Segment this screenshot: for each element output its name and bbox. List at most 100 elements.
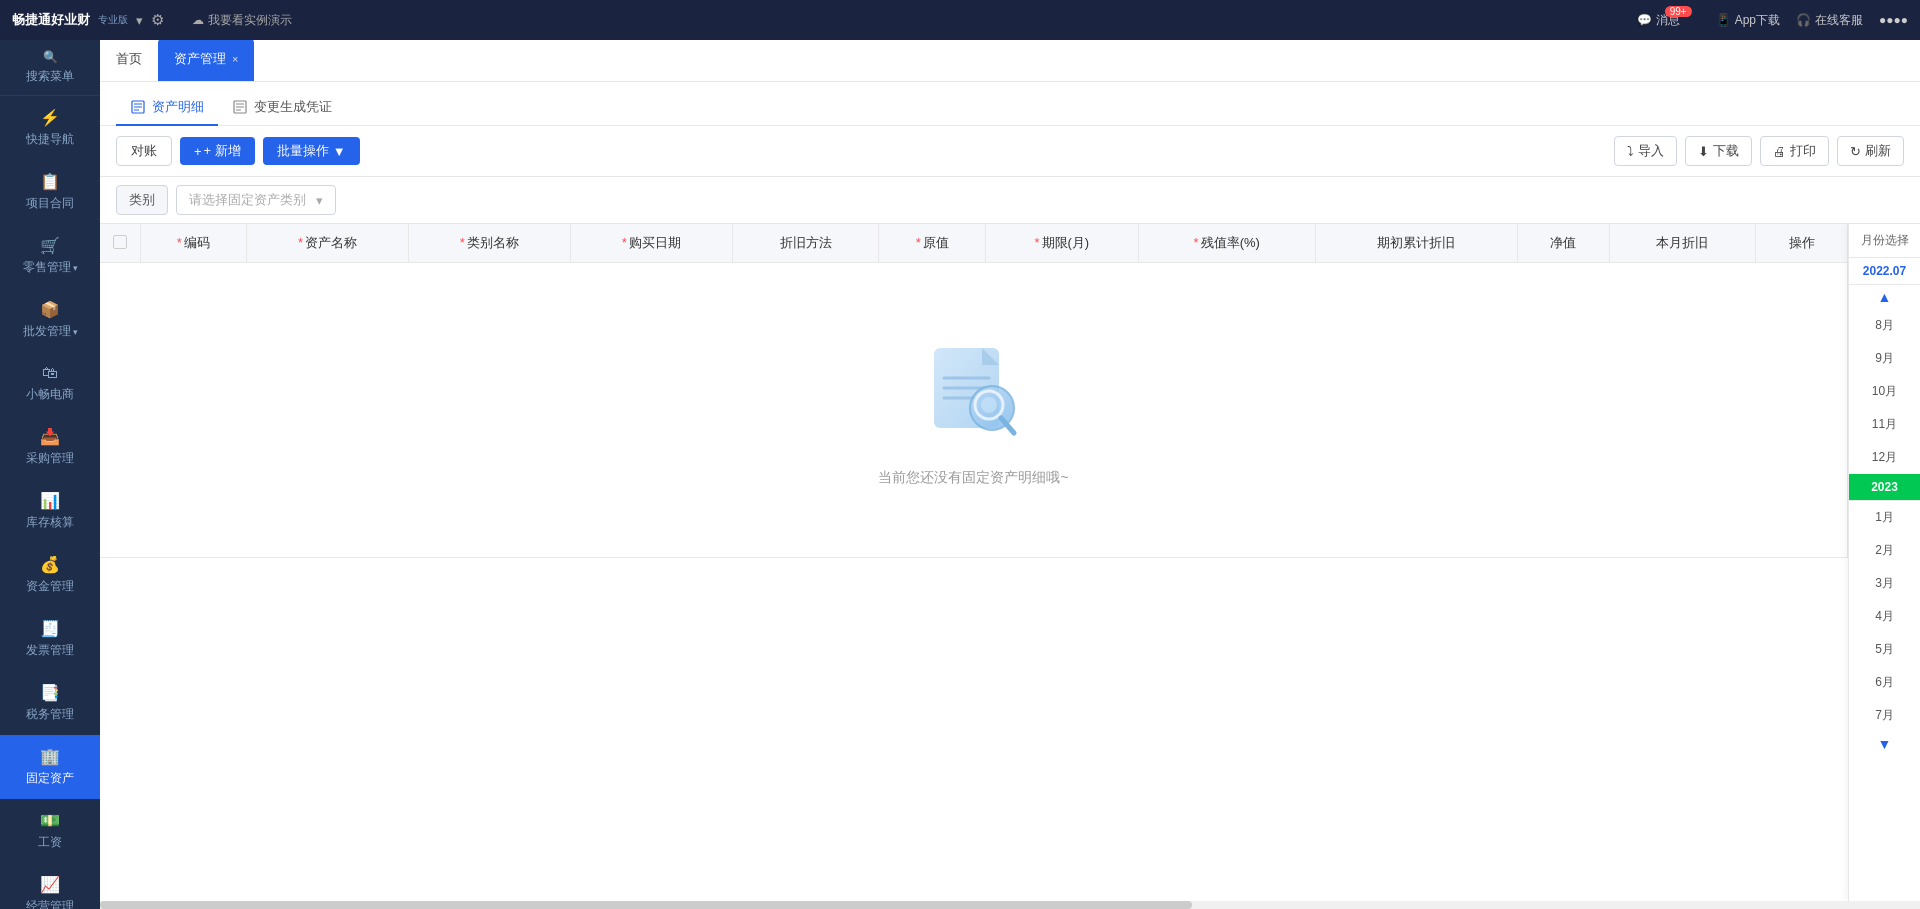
sidebar-item-salary[interactable]: 💵 工资	[0, 799, 100, 863]
dropdown-arrow-icon: ▾	[316, 193, 323, 208]
sidebar-search[interactable]: 🔍 搜索菜单	[0, 40, 100, 96]
add-button[interactable]: + + 新增	[180, 137, 255, 165]
message-icon: 💬	[1637, 13, 1652, 27]
batch-arrow-icon: ▼	[333, 144, 346, 159]
select-all-checkbox[interactable]	[113, 235, 127, 249]
company-name: 畅捷通好业财	[12, 12, 90, 29]
col-net-value: 净值	[1518, 224, 1610, 263]
scrollbar-thumb[interactable]	[100, 901, 1192, 909]
sidebar-item-ecommerce[interactable]: 🛍 小畅电商	[0, 352, 100, 415]
svg-point-15	[981, 397, 997, 413]
month-item-2[interactable]: 2月	[1849, 534, 1920, 567]
online-service-btn[interactable]: 🎧 在线客服	[1796, 12, 1863, 29]
refresh-button[interactable]: ↻ 刷新	[1837, 136, 1904, 166]
download-button[interactable]: ⬇ 下载	[1685, 136, 1752, 166]
demo-link[interactable]: ☁ 我要看实例演示	[192, 12, 292, 29]
month-item-6[interactable]: 6月	[1849, 666, 1920, 699]
finance-icon: 💰	[40, 555, 60, 574]
month-nav-down[interactable]: ▼	[1849, 732, 1920, 756]
sidebar-item-project[interactable]: 📋 项目合同	[0, 160, 100, 224]
ecommerce-icon: 🛍	[42, 364, 58, 382]
col-checkbox	[100, 224, 140, 263]
content-area: 首页 资产管理 ×	[100, 40, 1920, 909]
search-icon: 🔍	[43, 50, 58, 64]
month-item-3[interactable]: 3月	[1849, 567, 1920, 600]
subtab-asset-detail[interactable]: 资产明细	[116, 90, 218, 126]
tab-bar: 首页 资产管理 ×	[100, 40, 1920, 82]
month-item-1[interactable]: 1月	[1849, 501, 1920, 534]
col-name: *资产名称	[247, 224, 409, 263]
category-dropdown[interactable]: 请选择固定资产类别 ▾	[176, 185, 336, 215]
table-wrap: *编码 *资产名称 *类别名称 *购买日期 折旧方法 *原值 *期限(月) *残…	[100, 224, 1848, 901]
month-item-5[interactable]: 5月	[1849, 633, 1920, 666]
toolbar: 对账 + + 新增 批量操作 ▼ ⤵ 导入 ⬇ 下载	[100, 126, 1920, 177]
purchase-icon: 📥	[40, 427, 60, 446]
empty-text: 当前您还没有固定资产明细哦~	[878, 469, 1068, 487]
toolbar-right: ⤵ 导入 ⬇ 下载 🖨 打印 ↻ 刷新	[1614, 136, 1904, 166]
message-btn[interactable]: 💬 消息 99+	[1637, 12, 1680, 29]
duizhang-button[interactable]: 对账	[116, 136, 172, 166]
import-button[interactable]: ⤵ 导入	[1614, 136, 1677, 166]
month-nav-up[interactable]: ▲	[1849, 285, 1920, 309]
col-accumulated-depreciation: 期初累计折旧	[1315, 224, 1517, 263]
horizontal-scrollbar[interactable]	[100, 901, 1920, 909]
sidebar-item-assets[interactable]: 🏢 固定资产	[0, 735, 100, 799]
salary-icon: 💵	[40, 811, 60, 830]
retail-icon: 🛒	[40, 236, 60, 255]
month-item-12[interactable]: 12月	[1849, 441, 1920, 474]
cloud-icon: ☁	[192, 13, 204, 27]
col-category: *类别名称	[408, 224, 570, 263]
subtab-change-voucher[interactable]: 变更生成凭证	[218, 90, 346, 126]
tab-asset-mgmt[interactable]: 资产管理 ×	[158, 40, 254, 81]
sidebar-item-inventory[interactable]: 📊 库存核算	[0, 479, 100, 543]
col-monthly-depreciation: 本月折旧	[1609, 224, 1756, 263]
month-item-9[interactable]: 9月	[1849, 342, 1920, 375]
month-item-7[interactable]: 7月	[1849, 699, 1920, 732]
download-icon: ⬇	[1698, 144, 1709, 159]
import-icon: ⤵	[1627, 144, 1634, 159]
empty-state: 当前您还没有固定资产明细哦~	[108, 273, 1839, 547]
settings-icon[interactable]: ⚙	[151, 11, 164, 29]
message-badge: 99+	[1665, 6, 1692, 17]
month-item-8[interactable]: 8月	[1849, 309, 1920, 342]
category-filter: 类别 请选择固定资产类别 ▾	[100, 177, 1920, 224]
wholesale-arrow: ▾	[73, 327, 78, 337]
table-area-wrapper: *编码 *资产名称 *类别名称 *购买日期 折旧方法 *原值 *期限(月) *残…	[100, 224, 1920, 901]
inventory-icon: 📊	[40, 491, 60, 510]
month-item-11[interactable]: 11月	[1849, 408, 1920, 441]
month-year-2023: 2023	[1849, 474, 1920, 501]
col-purchase-date: *购买日期	[570, 224, 732, 263]
project-icon: 📋	[40, 172, 60, 191]
sidebar-item-business[interactable]: 📈 经营管理	[0, 863, 100, 909]
app-download-btn[interactable]: 📱 App下载	[1716, 12, 1780, 29]
app-icon: 📱	[1716, 13, 1731, 27]
top-bar-right: 💬 消息 99+ 📱 App下载 🎧 在线客服 ●●●●	[1637, 12, 1908, 29]
category-label[interactable]: 类别	[116, 185, 168, 215]
batch-button[interactable]: 批量操作 ▼	[263, 137, 360, 165]
print-button[interactable]: 🖨 打印	[1760, 136, 1829, 166]
month-panel-title: 月份选择	[1849, 224, 1920, 258]
month-item-4[interactable]: 4月	[1849, 600, 1920, 633]
sidebar-item-tax[interactable]: 📑 税务管理	[0, 671, 100, 735]
tab-home[interactable]: 首页	[100, 40, 158, 81]
sidebar-item-finance[interactable]: 💰 资金管理	[0, 543, 100, 607]
col-operation: 操作	[1756, 224, 1848, 263]
page-content: 资产明细 变更生成凭证 对账	[100, 82, 1920, 909]
company-dropdown[interactable]: ▾	[136, 13, 143, 28]
user-info[interactable]: ●●●●	[1879, 13, 1908, 27]
sidebar-item-quicknav[interactable]: ⚡ 快捷导航	[0, 96, 100, 160]
change-voucher-icon	[232, 99, 248, 115]
top-bar: 畅捷通好业财 专业版 ▾ ⚙ ☁ 我要看实例演示 💬 消息 99+ 📱 App下…	[0, 0, 1920, 40]
sidebar-item-wholesale[interactable]: 📦 批发管理 ▾	[0, 288, 100, 352]
sidebar-item-invoice[interactable]: 🧾 发票管理	[0, 607, 100, 671]
asset-detail-icon	[130, 99, 146, 115]
refresh-icon: ↻	[1850, 144, 1861, 159]
sub-tabs: 资产明细 变更生成凭证	[100, 82, 1920, 126]
col-period: *期限(月)	[985, 224, 1138, 263]
month-item-10[interactable]: 10月	[1849, 375, 1920, 408]
tab-close-icon[interactable]: ×	[232, 53, 238, 65]
month-panel-current-year[interactable]: 2022.07	[1849, 258, 1920, 285]
sidebar-item-purchase[interactable]: 📥 采购管理	[0, 415, 100, 479]
quicknav-icon: ⚡	[40, 108, 60, 127]
sidebar-item-retail[interactable]: 🛒 零售管理 ▾	[0, 224, 100, 288]
